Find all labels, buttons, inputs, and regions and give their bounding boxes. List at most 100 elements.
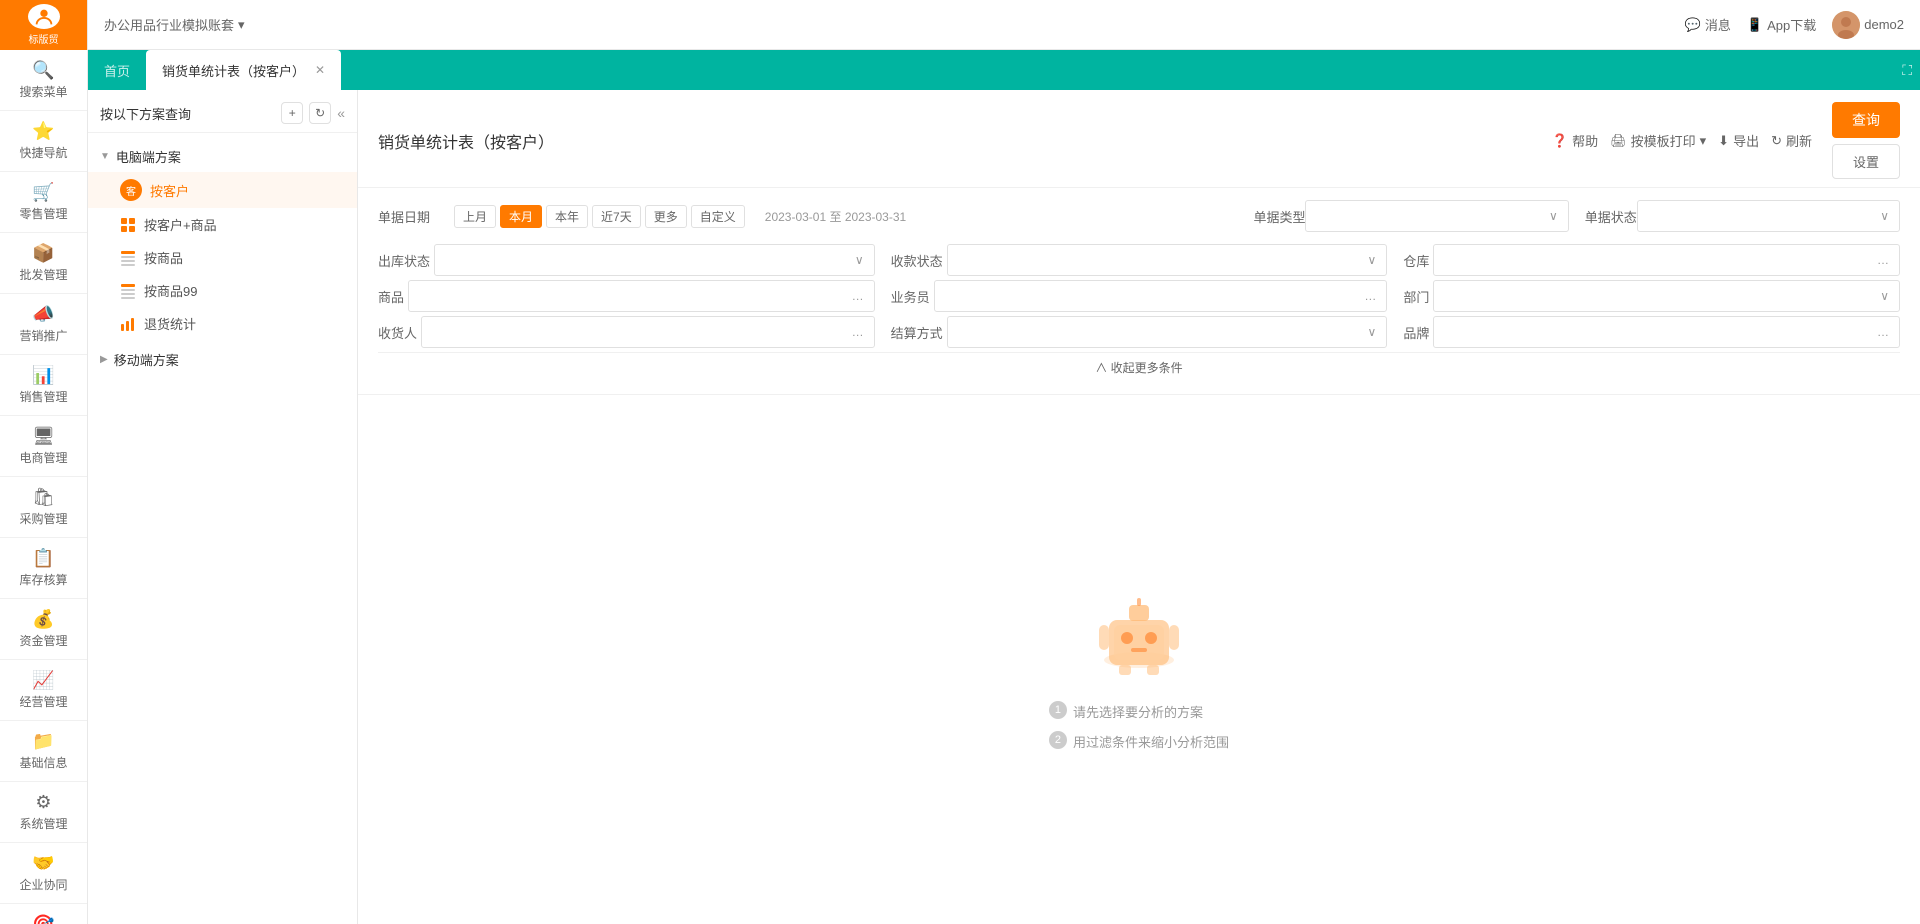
filter-row-4: 收货人 … 结算方式 ∨ 品牌 — [378, 316, 1900, 348]
sidebar-item-operations[interactable]: 📈 经营管理 — [0, 660, 87, 721]
sidebar-item-system[interactable]: ⚙ 系统管理 — [0, 782, 87, 843]
date-label: 单据日期 — [378, 207, 438, 226]
tree-item-by-customer[interactable]: 客 按客户 — [88, 172, 357, 208]
top-bar-left: 办公用品行业模拟账套 ▾ — [104, 15, 245, 34]
user-menu[interactable]: demo2 — [1832, 11, 1904, 39]
receive-status-select[interactable]: ∨ — [947, 244, 1388, 276]
filter-row-1: 单据日期 上月 本月 本年 近7天 更多 自定义 2023-03-01 至 20… — [378, 200, 1900, 232]
left-panel-title: 按以下方案查询 — [100, 104, 191, 123]
main-content: 办公用品行业模拟账套 ▾ 💬 消息 📱 App下载 — [88, 0, 1920, 924]
workspace-dropdown[interactable]: 办公用品行业模拟账套 ▾ — [104, 15, 245, 34]
sidebar-item-inventory[interactable]: 📋 库存核算 — [0, 538, 87, 599]
salesperson-label: 业务员 — [891, 287, 930, 306]
doc-type-select[interactable]: ∨ — [1305, 200, 1568, 232]
tree-group-desktop: ▼ 电脑端方案 客 按客户 按客户+商品 — [88, 141, 357, 340]
product-label: 商品 — [378, 287, 404, 306]
warehouse-cell: 仓库 … — [1403, 244, 1900, 276]
help-icon: ❓ — [1552, 133, 1568, 149]
tip-item-1: 1 请先选择要分析的方案 — [1049, 700, 1229, 726]
receive-status-cell: 收款状态 ∨ — [891, 244, 1388, 276]
tab-bar: 首页 销货单统计表（按客户） ✕ ⛶ — [88, 50, 1920, 90]
sidebar: 标版贸 🔍 搜索菜单 ⭐ 快捷导航 🛒 零售管理 📦 批发管理 📣 营销推广 📊… — [0, 0, 88, 924]
warehouse-select[interactable]: … — [1433, 244, 1900, 276]
table-icon — [120, 250, 136, 266]
tab-home[interactable]: 首页 — [88, 50, 146, 90]
refresh-scheme-button[interactable]: ↻ — [309, 102, 331, 124]
doc-status-select[interactable]: ∨ — [1637, 200, 1900, 232]
doc-type-chevron-icon: ∨ — [1549, 209, 1558, 223]
date-range: 2023-03-01 至 2023-03-31 — [765, 208, 906, 225]
this-month-button[interactable]: 本月 — [500, 205, 542, 228]
tree-arrow-icon: ▼ — [100, 151, 110, 162]
tab-maximize-button[interactable]: ⛶ — [1902, 62, 1912, 79]
chevron-down-icon: ▾ — [238, 17, 245, 33]
sidebar-item-marketing[interactable]: 📣 营销推广 — [0, 294, 87, 355]
more-button[interactable]: 更多 — [645, 205, 687, 228]
empty-state-illustration — [1079, 560, 1199, 680]
top-bar-right: 💬 消息 📱 App下载 demo2 — [1685, 11, 1904, 39]
refresh-button[interactable]: ↻ 刷新 — [1771, 131, 1812, 150]
left-panel-header: 按以下方案查询 + ↻ « — [88, 90, 357, 133]
last7-button[interactable]: 近7天 — [592, 205, 641, 228]
export-button[interactable]: ⬇ 导出 — [1718, 131, 1759, 150]
maximize-icon: ⛶ — [1902, 62, 1912, 78]
sidebar-item-finance[interactable]: 💰 资金管理 — [0, 599, 87, 660]
product-select[interactable]: … — [408, 280, 875, 312]
custom-button[interactable]: 自定义 — [691, 205, 745, 228]
filter-area: 单据日期 上月 本月 本年 近7天 更多 自定义 2023-03-01 至 20… — [358, 188, 1920, 395]
sidebar-item-search[interactable]: 🔍 搜索菜单 — [0, 50, 87, 111]
sidebar-item-purchase[interactable]: 🛍 采购管理 — [0, 477, 87, 538]
settlement-label: 结算方式 — [891, 323, 943, 342]
product-cell: 商品 … — [378, 280, 875, 312]
salesperson-select[interactable]: … — [934, 280, 1388, 312]
print-button[interactable]: 🖨 按模板打印 ▾ — [1610, 131, 1706, 150]
out-status-cell: 出库状态 ∨ — [378, 244, 875, 276]
tab-close-icon[interactable]: ✕ — [315, 63, 325, 77]
sidebar-item-wholesale[interactable]: 📦 批发管理 — [0, 233, 87, 294]
sidebar-item-ecommerce[interactable]: 🖥 电商管理 — [0, 416, 87, 477]
query-button[interactable]: 查询 — [1832, 102, 1900, 138]
collapse-filters-button[interactable]: ∧ 收起更多条件 — [378, 352, 1900, 382]
bar-chart-icon — [120, 316, 136, 332]
sidebar-item-enterprise[interactable]: 🤝 企业协同 — [0, 843, 87, 904]
tree-item-by-customer-product[interactable]: 按客户+商品 — [88, 208, 357, 241]
this-year-button[interactable]: 本年 — [546, 205, 588, 228]
add-scheme-button[interactable]: + — [281, 102, 303, 124]
avatar — [1832, 11, 1860, 39]
receive-status-chevron-icon: ∨ — [1368, 253, 1377, 267]
message-button[interactable]: 💬 消息 — [1685, 15, 1731, 34]
receiver-select[interactable]: … — [421, 316, 875, 348]
sidebar-item-basic[interactable]: 📁 基础信息 — [0, 721, 87, 782]
brand-cell: 品牌 … — [1403, 316, 1900, 348]
sidebar-item-quicknav[interactable]: ⭐ 快捷导航 — [0, 111, 87, 172]
receive-status-label: 收款状态 — [891, 251, 943, 270]
warehouse-more-icon: … — [1877, 253, 1889, 267]
tree-item-by-product99[interactable]: 按商品99 — [88, 274, 357, 307]
tree-item-return-stats[interactable]: 退货统计 — [88, 307, 357, 340]
collapse-up-icon: ∧ — [1095, 361, 1107, 375]
out-status-select[interactable]: ∨ — [434, 244, 875, 276]
settlement-cell: 结算方式 ∨ — [891, 316, 1388, 348]
logo-icon — [28, 4, 60, 29]
sidebar-item-newbie[interactable]: 🎯 新手引导 — [0, 904, 87, 924]
settlement-chevron-icon: ∨ — [1368, 325, 1377, 339]
last-month-button[interactable]: 上月 — [454, 205, 496, 228]
sidebar-item-retail[interactable]: 🛒 零售管理 — [0, 172, 87, 233]
app-download-button[interactable]: 📱 App下载 — [1747, 15, 1816, 34]
settlement-select[interactable]: ∨ — [947, 316, 1388, 348]
tree-group-desktop-header[interactable]: ▼ 电脑端方案 — [88, 141, 357, 172]
brand-select[interactable]: … — [1433, 316, 1900, 348]
salesperson-cell: 业务员 … — [891, 280, 1388, 312]
filter-row-3: 商品 … 业务员 … 部门 — [378, 280, 1900, 312]
empty-state: 1 请先选择要分析的方案 2 用过滤条件来缩小分析范围 — [358, 395, 1920, 924]
collapse-panel-button[interactable]: « — [337, 105, 345, 121]
help-button[interactable]: ❓ 帮助 — [1552, 131, 1598, 150]
tree-item-by-product[interactable]: 按商品 — [88, 241, 357, 274]
tree-group-mobile-header[interactable]: ▶ 移动端方案 — [88, 344, 357, 375]
department-select[interactable]: ∨ — [1433, 280, 1900, 312]
top-bar: 办公用品行业模拟账套 ▾ 💬 消息 📱 App下载 — [88, 0, 1920, 50]
department-cell: 部门 ∨ — [1403, 280, 1900, 312]
sidebar-item-sales[interactable]: 📊 销售管理 — [0, 355, 87, 416]
tab-report[interactable]: 销货单统计表（按客户） ✕ — [146, 50, 341, 90]
settings-button[interactable]: 设置 — [1832, 144, 1900, 179]
